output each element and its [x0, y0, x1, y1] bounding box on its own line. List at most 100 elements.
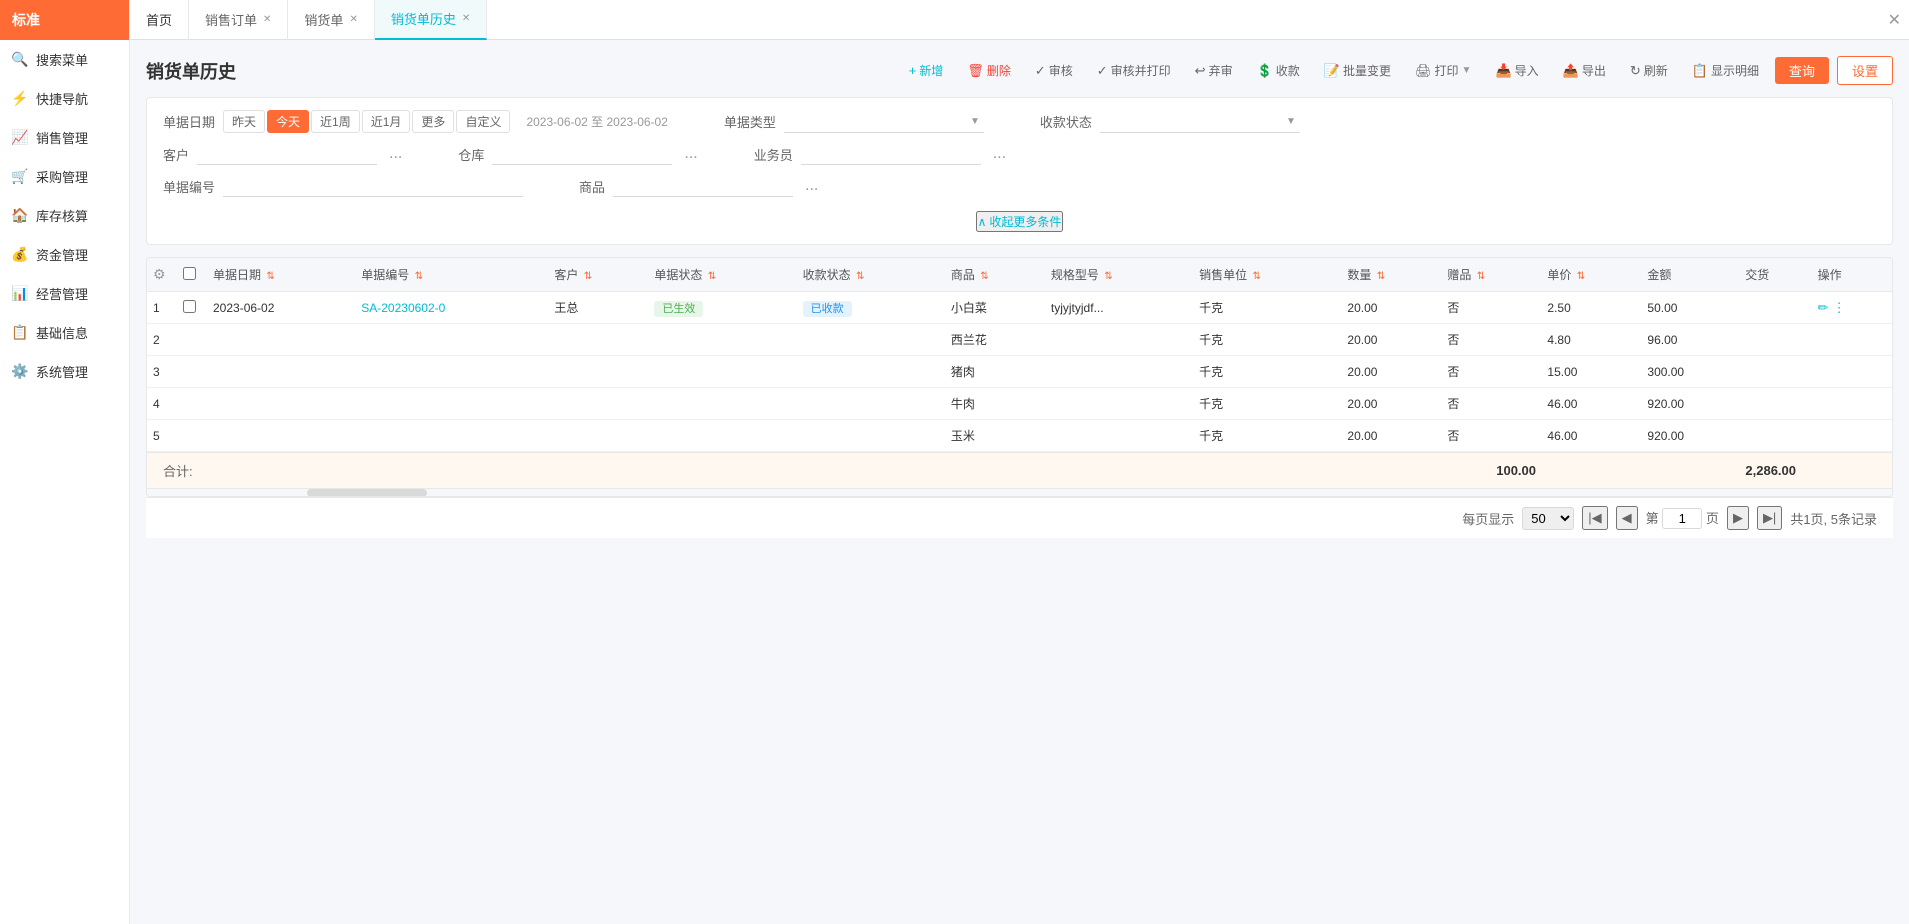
- print-button[interactable]: 🖨 打印 ▼: [1407, 58, 1479, 83]
- date-btn-today[interactable]: 今天: [267, 110, 309, 133]
- table-row[interactable]: 5玉米千克20.00否46.00920.00: [147, 420, 1892, 452]
- payment-status-select[interactable]: ▼: [1100, 111, 1300, 133]
- date-btn-custom[interactable]: 自定义: [456, 110, 510, 133]
- add-button[interactable]: + 新增: [901, 58, 952, 83]
- collapse-button[interactable]: ∧ 收起更多条件: [976, 211, 1064, 232]
- warehouse-input[interactable]: [492, 143, 672, 165]
- table-row[interactable]: 3猪肉千克20.00否15.00300.00: [147, 356, 1892, 388]
- date-btn-yesterday[interactable]: 昨天: [223, 110, 265, 133]
- th-payment-status[interactable]: 收款状态 ⇅: [797, 258, 945, 292]
- settings-button[interactable]: 设置: [1837, 56, 1893, 85]
- th-gift[interactable]: 赠品 ⇅: [1441, 258, 1541, 292]
- th-spec-type[interactable]: 规格型号 ⇅: [1045, 258, 1193, 292]
- date-btn-last1m[interactable]: 近1月: [362, 110, 411, 133]
- more-icon[interactable]: ⋮: [1833, 300, 1846, 316]
- prev-page-button[interactable]: ◀: [1616, 506, 1638, 530]
- th-sales-unit[interactable]: 销售单位 ⇅: [1193, 258, 1341, 292]
- cell-checkbox[interactable]: [177, 356, 207, 388]
- import-button[interactable]: 📥 导入: [1487, 58, 1546, 83]
- salesperson-select-icon[interactable]: ...: [993, 145, 1006, 163]
- cell-transaction: [1739, 324, 1811, 356]
- print-icon: 🖨: [1415, 63, 1432, 79]
- sidebar-item-finance[interactable]: 💰 资金管理: [0, 235, 129, 274]
- table-settings-icon[interactable]: ⚙: [153, 266, 166, 282]
- th-doc-number[interactable]: 单据编号 ⇅: [355, 258, 548, 292]
- customer-input[interactable]: [197, 143, 377, 165]
- table-row[interactable]: 2西兰花千克20.00否4.8096.00: [147, 324, 1892, 356]
- filter-area: 单据日期 昨天 今天 近1周 近1月 更多 自定义 2023-06-02 至 2…: [146, 97, 1893, 245]
- cell-action: ✏⋮: [1812, 292, 1892, 324]
- th-doc-status[interactable]: 单据状态 ⇅: [648, 258, 796, 292]
- sidebar-item-search-menu[interactable]: 🔍 搜索菜单: [0, 40, 129, 79]
- th-unit-price[interactable]: 单价 ⇅: [1541, 258, 1641, 292]
- th-doc-date[interactable]: 单据日期 ⇅: [207, 258, 355, 292]
- tab-sales-order[interactable]: 销售订单 ✕: [189, 0, 288, 40]
- th-goods[interactable]: 商品 ⇅: [945, 258, 1045, 292]
- docnumber-input[interactable]: [223, 175, 523, 197]
- th-customer[interactable]: 客户 ⇅: [548, 258, 648, 292]
- query-button[interactable]: 查询: [1775, 57, 1829, 84]
- th-quantity[interactable]: 数量 ⇅: [1341, 258, 1441, 292]
- customer-select-icon[interactable]: ...: [389, 145, 402, 163]
- goods-input[interactable]: [613, 175, 793, 197]
- horizontal-scrollbar[interactable]: [147, 488, 1892, 496]
- page-title: 销货单历史: [146, 58, 236, 84]
- first-page-button[interactable]: |◀: [1582, 506, 1607, 530]
- doctype-select[interactable]: ▼: [784, 111, 984, 133]
- delete-button[interactable]: 🗑 删除: [959, 58, 1019, 83]
- tab-bar-close[interactable]: ✕: [1888, 10, 1909, 30]
- salesperson-input[interactable]: [801, 143, 981, 165]
- sidebar-item-sys-mgmt[interactable]: ⚙️ 系统管理: [0, 352, 129, 391]
- edit-icon[interactable]: ✏: [1818, 300, 1829, 316]
- collect-icon: 💲: [1257, 63, 1273, 79]
- date-btn-last7[interactable]: 近1周: [311, 110, 360, 133]
- sidebar-item-base-info[interactable]: 📋 基础信息: [0, 313, 129, 352]
- warehouse-select-icon[interactable]: ...: [684, 145, 697, 163]
- sidebar-item-sales-mgmt[interactable]: 📈 销售管理: [0, 118, 129, 157]
- tab-home[interactable]: 首页: [130, 0, 189, 40]
- cell-checkbox[interactable]: [177, 420, 207, 452]
- abandon-button[interactable]: ↩ 弃审: [1187, 58, 1241, 83]
- tab-sales-history-close[interactable]: ✕: [462, 13, 470, 24]
- row-checkbox[interactable]: [183, 300, 196, 313]
- page-number-input[interactable]: [1662, 508, 1702, 529]
- refresh-button[interactable]: ↻ 刷新: [1622, 58, 1676, 83]
- payment-status-input[interactable]: [1104, 114, 1286, 129]
- cell-checkbox[interactable]: [177, 324, 207, 356]
- toolbar: + 新增 🗑 删除 ✓ 审核 ✓ 审核并打印 ↩ 弃审: [901, 56, 1893, 85]
- table-row[interactable]: 12023-06-02SA-20230602-0王总已生效已收款小白菜tyjyj…: [147, 292, 1892, 324]
- th-settings[interactable]: ⚙: [147, 258, 177, 292]
- batch-change-button[interactable]: 📝 批量变更: [1316, 58, 1399, 83]
- sidebar-item-quick-nav[interactable]: ⚡ 快捷导航: [0, 79, 129, 118]
- table-row[interactable]: 4牛肉千克20.00否46.00920.00: [147, 388, 1892, 420]
- tab-sales-delivery-close[interactable]: ✕: [349, 14, 357, 25]
- show-detail-button[interactable]: 📋 显示明细: [1684, 58, 1767, 83]
- doc-number-link[interactable]: SA-20230602-0: [361, 301, 445, 315]
- tab-sales-delivery[interactable]: 销货单 ✕: [288, 0, 374, 40]
- doctype-label: 单据类型: [724, 112, 776, 131]
- scrollbar-thumb[interactable]: [307, 489, 427, 497]
- sidebar-item-ops-mgmt[interactable]: 📊 经营管理: [0, 274, 129, 313]
- sidebar-item-inventory[interactable]: 🏠 库存核算: [0, 196, 129, 235]
- select-all-checkbox[interactable]: [183, 267, 196, 280]
- doctype-input[interactable]: [788, 114, 970, 129]
- page-size-select[interactable]: 50 100 200: [1522, 507, 1574, 530]
- sidebar-item-purchase-mgmt[interactable]: 🛒 采购管理: [0, 157, 129, 196]
- cell-checkbox[interactable]: [177, 388, 207, 420]
- cell-payment-status: [797, 356, 945, 388]
- last-page-button[interactable]: ▶|: [1757, 506, 1782, 530]
- export-button[interactable]: 📤 导出: [1555, 58, 1614, 83]
- cell-sales-unit: 千克: [1193, 388, 1341, 420]
- goods-select-icon[interactable]: ...: [805, 177, 818, 195]
- tab-sales-history[interactable]: 销货单历史 ✕: [375, 0, 487, 40]
- collect-button[interactable]: 💲 收款: [1249, 58, 1308, 83]
- next-page-button[interactable]: ▶: [1727, 506, 1749, 530]
- review-button[interactable]: ✓ 审核: [1027, 58, 1081, 83]
- sidebar-item-label: 搜索菜单: [36, 50, 88, 69]
- date-btn-more[interactable]: 更多: [412, 110, 454, 133]
- cell-checkbox[interactable]: [177, 292, 207, 324]
- review-print-button[interactable]: ✓ 审核并打印: [1089, 58, 1179, 83]
- page-label-before: 第: [1646, 511, 1659, 526]
- tab-sales-order-close[interactable]: ✕: [263, 14, 271, 25]
- finance-icon: 💰: [12, 247, 28, 263]
